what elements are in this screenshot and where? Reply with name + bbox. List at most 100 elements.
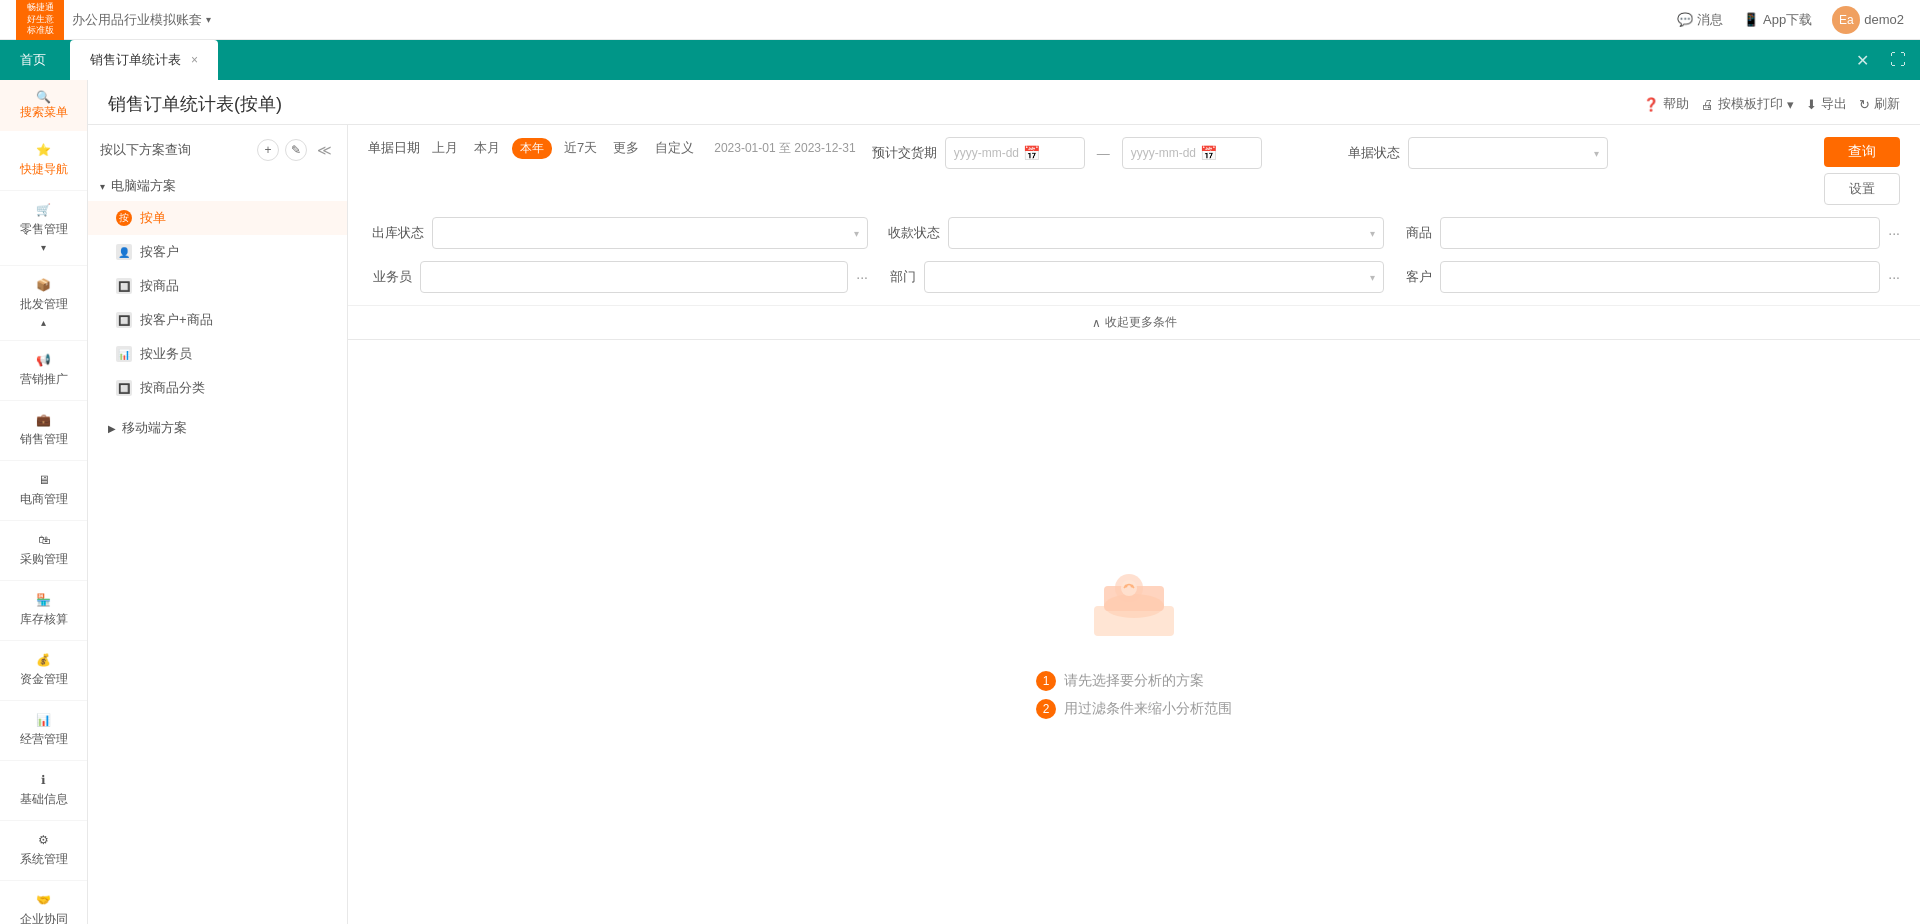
scheme-by-cust-prod-label: 按客户+商品	[140, 311, 213, 329]
order-status-select[interactable]: ▾	[1408, 137, 1608, 169]
scheme-collapse-btn[interactable]: ≪	[313, 139, 335, 161]
tab-home[interactable]: 首页	[0, 40, 66, 80]
filter-row-2: 出库状态 ▾ 收款状态 ▾	[368, 217, 1900, 249]
filter-section: 单据日期 上月 本月 本年 近7天 更多 自定义 2023-01-01 至 20…	[348, 125, 1920, 340]
settings-button[interactable]: 设置	[1824, 173, 1900, 205]
date-tab-last-month[interactable]: 上月	[428, 137, 462, 159]
pc-section-arrow: ▾	[100, 181, 105, 192]
sidebar-item-inventory[interactable]: 🏪 库存核算	[0, 581, 87, 641]
date-tab-this-month[interactable]: 本月	[470, 137, 504, 159]
inventory-icon: 🏪	[36, 593, 51, 607]
payment-status-select[interactable]: ▾	[948, 217, 1384, 249]
download-label: App下载	[1763, 11, 1812, 29]
date-tab-this-year[interactable]: 本年	[512, 138, 552, 159]
tab-close-all-btn[interactable]: ✕	[1848, 46, 1876, 74]
tab-home-label: 首页	[20, 51, 46, 69]
sidebar-item-retail[interactable]: 🛒 零售管理 ▾	[0, 191, 87, 266]
logo-text: 畅捷通好生意标准版	[27, 2, 54, 37]
scheme-by-customer-product[interactable]: 🔲 按客户+商品	[88, 303, 347, 337]
sidebar-item-sales[interactable]: 💼 销售管理	[0, 401, 87, 461]
sidebar-item-enterprise[interactable]: 🤝 企业协同	[0, 881, 87, 924]
user-btn[interactable]: Ea demo2	[1832, 6, 1904, 34]
export-label: 导出	[1821, 95, 1847, 113]
pc-scheme-section: ▾ 电脑端方案 按 按单 👤 按客户 🔲 按商品	[88, 167, 347, 409]
scheme-by-product[interactable]: 🔲 按商品	[88, 269, 347, 303]
product-more-btn[interactable]: ···	[1888, 225, 1900, 241]
sidebar-item-basic[interactable]: ℹ 基础信息	[0, 761, 87, 821]
date-tab-custom[interactable]: 自定义	[651, 137, 698, 159]
help-btn[interactable]: ❓ 帮助	[1643, 95, 1689, 113]
scheme-by-salesman[interactable]: 📊 按业务员	[88, 337, 347, 371]
sidebar-search[interactable]: 🔍 搜索菜单	[0, 80, 87, 131]
date-filter-group: 单据日期 上月 本月 本年 近7天 更多 自定义 2023-01-01 至 20…	[368, 137, 856, 159]
download-btn[interactable]: 📱 App下载	[1743, 11, 1812, 29]
product-input[interactable]	[1440, 217, 1880, 249]
customer-label: 客户	[1400, 268, 1432, 286]
sidebar-item-wholesale[interactable]: 📦 批发管理 ▴	[0, 266, 87, 341]
expected-date-start[interactable]: yyyy-mm-dd 📅	[945, 137, 1085, 169]
page-title-row: 销售订单统计表(按单) ❓ 帮助 🖨 按模板打印 ▾ ⬇ 导出	[108, 92, 1900, 116]
salesman-input[interactable]	[420, 261, 848, 293]
sidebar-retail-label: 零售管理	[20, 221, 68, 238]
tab-close-icon[interactable]: ×	[191, 53, 198, 67]
print-icon: 🖨	[1701, 97, 1714, 112]
sidebar-item-purchase[interactable]: 🛍 采购管理	[0, 521, 87, 581]
sidebar-item-marketing[interactable]: 📢 营销推广	[0, 341, 87, 401]
date-tab-7days[interactable]: 近7天	[560, 137, 601, 159]
sidebar-quick-nav-label: 快捷导航	[20, 161, 68, 178]
sidebar-item-ecommerce[interactable]: 🖥 电商管理	[0, 461, 87, 521]
sidebar-item-finance[interactable]: 💰 资金管理	[0, 641, 87, 701]
message-btn[interactable]: 💬 消息	[1677, 11, 1723, 29]
collapse-label: 收起更多条件	[1105, 314, 1177, 331]
mobile-section-header[interactable]: ▶ 移动端方案	[88, 413, 347, 443]
sidebar-item-system[interactable]: ⚙ 系统管理	[0, 821, 87, 881]
date-tab-more[interactable]: 更多	[609, 137, 643, 159]
expected-date-group: 预计交货期 yyyy-mm-dd 📅 — yyyy-mm-dd 📅	[872, 137, 1332, 169]
scheme-add-btn[interactable]: +	[257, 139, 279, 161]
export-btn[interactable]: ⬇ 导出	[1806, 95, 1847, 113]
template-print-label: 按模板打印	[1718, 95, 1783, 113]
finance-icon: 💰	[36, 653, 51, 667]
salesman-more-btn[interactable]: ···	[856, 269, 868, 285]
main-layout: 🔍 搜索菜单 ⭐ 快捷导航 🛒 零售管理 ▾ 📦 批发管理 ▴ 📢 营销推广 💼…	[0, 80, 1920, 924]
template-print-btn[interactable]: 🖨 按模板打印 ▾	[1701, 95, 1794, 113]
sidebar-item-operations[interactable]: 📊 经营管理	[0, 701, 87, 761]
customer-more-btn[interactable]: ···	[1888, 269, 1900, 285]
app-selector[interactable]: 办公用品行业模拟账套 ▾	[72, 11, 211, 29]
dept-select[interactable]: ▾	[924, 261, 1384, 293]
pc-section-header[interactable]: ▾ 电脑端方案	[88, 171, 347, 201]
filter-inner: 单据日期 上月 本月 本年 近7天 更多 自定义 2023-01-01 至 20…	[348, 125, 1920, 305]
query-button[interactable]: 查询	[1824, 137, 1900, 167]
scheme-edit-btn[interactable]: ✎	[285, 139, 307, 161]
scheme-by-order[interactable]: 按 按单	[88, 201, 347, 235]
sidebar-operations-label: 经营管理	[20, 731, 68, 748]
tab-sales-stats[interactable]: 销售订单统计表 ×	[70, 40, 218, 80]
enterprise-icon: 🤝	[36, 893, 51, 907]
tab-expand-btn[interactable]: ⛶	[1884, 46, 1912, 74]
delivery-status-select[interactable]: ▾	[432, 217, 868, 249]
pc-section-label: 电脑端方案	[111, 177, 176, 195]
svg-point-6	[1131, 584, 1134, 587]
message-label: 消息	[1697, 11, 1723, 29]
refresh-label: 刷新	[1874, 95, 1900, 113]
collapse-filter-btn[interactable]: ∧ 收起更多条件	[348, 305, 1920, 339]
empty-state: 1 请先选择要分析的方案 2 用过滤条件来缩小分析范围	[348, 340, 1920, 924]
filter-row-3: 业务员 ··· 部门 ▾	[368, 261, 1900, 293]
scheme-panel: 按以下方案查询 + ✎ ≪ ▾ 电脑端方案 按 按单	[88, 125, 348, 924]
sidebar-quick-nav[interactable]: ⭐ 快捷导航	[0, 131, 87, 191]
expected-date-end[interactable]: yyyy-mm-dd 📅	[1122, 137, 1262, 169]
date-range-display: 2023-01-01 至 2023-12-31	[714, 140, 855, 157]
customer-input[interactable]	[1440, 261, 1880, 293]
tab-active-label: 销售订单统计表	[90, 51, 181, 69]
scheme-by-category[interactable]: 🔲 按商品分类	[88, 371, 347, 405]
chevron-down-icon: ▾	[41, 242, 46, 253]
operations-icon: 📊	[36, 713, 51, 727]
scheme-by-customer[interactable]: 👤 按客户	[88, 235, 347, 269]
payment-status-group: 收款状态 ▾	[884, 217, 1384, 249]
scheme-by-category-icon: 🔲	[116, 380, 132, 396]
help-label: 帮助	[1663, 95, 1689, 113]
refresh-btn[interactable]: ↻ 刷新	[1859, 95, 1900, 113]
avatar: Ea	[1832, 6, 1860, 34]
app-selector-label: 办公用品行业模拟账套	[72, 11, 202, 29]
expected-date-label: 预计交货期	[872, 144, 937, 162]
